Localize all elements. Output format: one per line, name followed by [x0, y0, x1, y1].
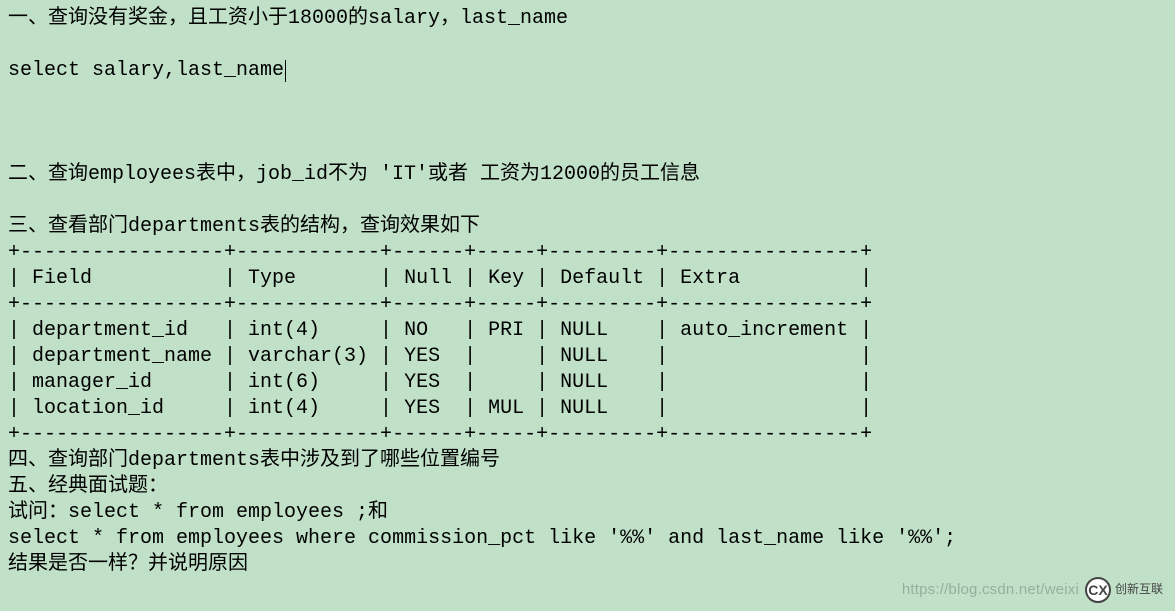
- watermark: https://blog.csdn.net/weixi CX 创新互联: [902, 577, 1163, 603]
- question-5-line3: 结果是否一样？并说明原因: [8, 552, 1175, 578]
- question-1-sql: select salary,last_name: [8, 58, 1175, 84]
- watermark-url: https://blog.csdn.net/weixi: [902, 580, 1079, 600]
- table-border-mid: +-----------------+------------+------+-…: [8, 292, 1175, 318]
- question-5-line1: 试问：select * from employees ;和: [8, 500, 1175, 526]
- watermark-brand: 创新互联: [1115, 582, 1163, 598]
- question-4-title: 四、查询部门departments表中涉及到了哪些位置编号: [8, 448, 1175, 474]
- table-row: | manager_id | int(6) | YES | | NULL | |: [8, 370, 1175, 396]
- watermark-logo-icon: CX: [1085, 577, 1111, 603]
- question-1-title: 一、查询没有奖金，且工资小于18000的salary，last_name: [8, 6, 1175, 32]
- watermark-logo: CX 创新互联: [1085, 577, 1163, 603]
- table-row: | department_id | int(4) | NO | PRI | NU…: [8, 318, 1175, 344]
- question-5-title: 五、经典面试题：: [8, 474, 1175, 500]
- table-border-top: +-----------------+------------+------+-…: [8, 240, 1175, 266]
- question-3-title: 三、查看部门departments表的结构，查询效果如下: [8, 214, 1175, 240]
- table-row: | location_id | int(4) | YES | MUL | NUL…: [8, 396, 1175, 422]
- table-header-row: | Field | Type | Null | Key | Default | …: [8, 266, 1175, 292]
- text-cursor-icon: [285, 60, 286, 82]
- table-border-bottom: +-----------------+------------+------+-…: [8, 422, 1175, 448]
- question-2-title: 二、查询employees表中，job_id不为 'IT'或者 工资为12000…: [8, 162, 1175, 188]
- question-5-line2: select * from employees where commission…: [8, 526, 1175, 552]
- sql-text: select salary,last_name: [8, 59, 284, 82]
- table-row: | department_name | varchar(3) | YES | |…: [8, 344, 1175, 370]
